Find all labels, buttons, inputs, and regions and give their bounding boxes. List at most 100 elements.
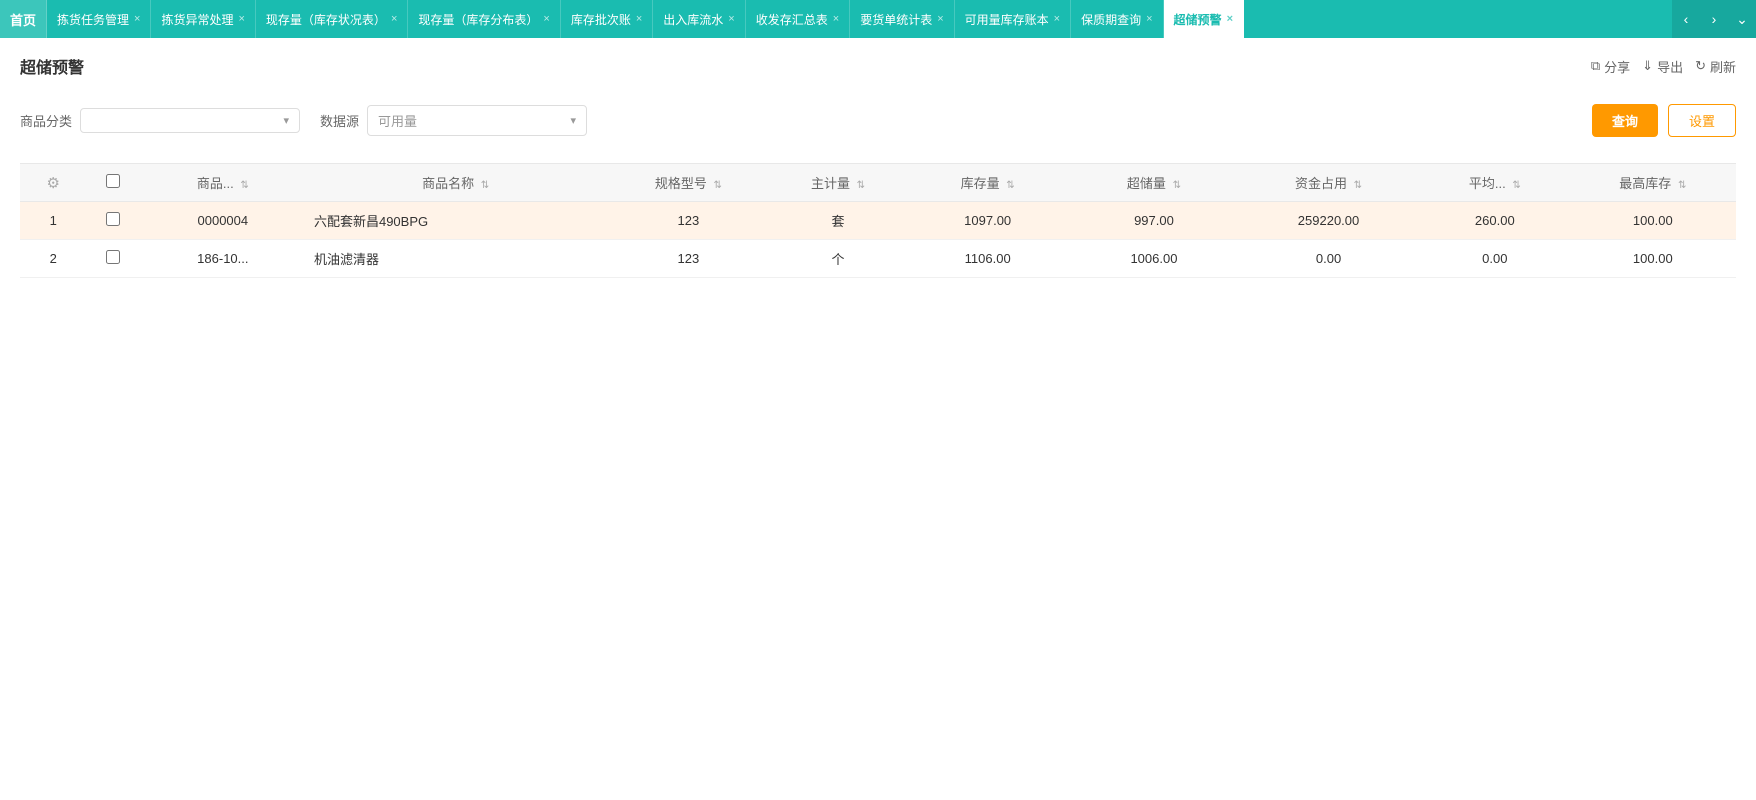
row-check[interactable] (87, 240, 140, 278)
row-avg: 0.00 (1420, 240, 1570, 278)
share-button[interactable]: ⧉ 分享 (1591, 57, 1630, 76)
close-icon[interactable]: × (833, 13, 839, 25)
row-code: 186-10... (140, 240, 306, 278)
col-money-header: 资金占用 ⇅ (1237, 164, 1420, 202)
sort-icon[interactable]: ⇅ (1173, 180, 1181, 191)
nav-tab-5[interactable]: 库存批次账 × (561, 0, 653, 38)
row-avg: 260.00 (1420, 202, 1570, 240)
data-table: ⚙ 商品... ⇅ 商品名称 ⇅ 规格型号 ⇅ 主计量 (20, 163, 1736, 278)
row-no: 2 (20, 240, 87, 278)
page-header: 超储预警 ⧉ 分享 ⇓ 导出 ↻ 刷新 (20, 54, 1736, 78)
nav-tab-8[interactable]: 要货单统计表 × (850, 0, 954, 38)
query-button[interactable]: 查询 (1592, 104, 1658, 137)
row-checkbox[interactable] (106, 212, 120, 226)
close-icon[interactable]: × (1054, 13, 1060, 25)
close-icon[interactable]: × (728, 13, 734, 25)
row-check[interactable] (87, 202, 140, 240)
nav-tab-1[interactable]: 拣货任务管理 × (47, 0, 151, 38)
nav-tab-6[interactable]: 出入库流水 × (653, 0, 745, 38)
sort-icon[interactable]: ⇅ (1512, 180, 1520, 191)
row-checkbox[interactable] (106, 250, 120, 264)
close-icon[interactable]: × (636, 13, 642, 25)
top-nav: 首页 拣货任务管理 × 拣货异常处理 × 现存量（库存状况表） × 现存量（库存… (0, 0, 1756, 38)
category-select[interactable]: ▾ (80, 108, 300, 133)
row-max: 100.00 (1570, 202, 1736, 240)
nav-tab-3[interactable]: 现存量（库存状况表） × (256, 0, 408, 38)
nav-tab-9[interactable]: 可用量库存账本 × (955, 0, 1071, 38)
datasource-select[interactable]: 可用量 ▾ (367, 105, 587, 136)
nav-home[interactable]: 首页 (0, 0, 47, 38)
nav-tab-11[interactable]: 超储预警 × (1164, 0, 1244, 38)
nav-prev-button[interactable]: ‹ (1672, 0, 1700, 38)
col-spec-header: 规格型号 ⇅ (605, 164, 771, 202)
datasource-value: 可用量 (378, 111, 417, 130)
close-icon[interactable]: × (937, 13, 943, 25)
sort-icon[interactable]: ⇅ (857, 180, 865, 191)
export-button[interactable]: ⇓ 导出 (1642, 57, 1683, 76)
col-over-header: 超储量 ⇅ (1071, 164, 1237, 202)
filter-buttons: 查询 设置 (1592, 104, 1736, 137)
table-header-row: ⚙ 商品... ⇅ 商品名称 ⇅ 规格型号 ⇅ 主计量 (20, 164, 1736, 202)
sort-icon[interactable]: ⇅ (240, 180, 248, 191)
sort-icon[interactable]: ⇅ (714, 180, 722, 191)
share-icon: ⧉ (1591, 58, 1600, 74)
row-stock: 1106.00 (905, 240, 1071, 278)
close-icon[interactable]: × (134, 13, 140, 25)
nav-tab-10[interactable]: 保质期查询 × (1071, 0, 1163, 38)
page-content: 超储预警 ⧉ 分享 ⇓ 导出 ↻ 刷新 商品分类 ▾ 数据源 (0, 38, 1756, 800)
gear-icon[interactable]: ⚙ (47, 175, 60, 192)
col-avg-header: 平均... ⇅ (1420, 164, 1570, 202)
set-button[interactable]: 设置 (1668, 104, 1736, 137)
nav-tab-7[interactable]: 收发存汇总表 × (746, 0, 850, 38)
col-check-header (87, 164, 140, 202)
table-row: 1 0000004 六配套新昌490BPG 123 套 1097.00 997.… (20, 202, 1736, 240)
refresh-icon: ↻ (1695, 58, 1706, 74)
export-icon: ⇓ (1642, 58, 1653, 74)
row-money: 259220.00 (1237, 202, 1420, 240)
row-name: 机油滤清器 (306, 240, 605, 278)
nav-menu-button[interactable]: ⌄ (1728, 0, 1756, 38)
close-icon[interactable]: × (543, 13, 549, 25)
row-unit: 个 (772, 240, 905, 278)
col-unit-header: 主计量 ⇅ (772, 164, 905, 202)
sort-icon[interactable]: ⇅ (481, 180, 489, 191)
row-stock: 1097.00 (905, 202, 1071, 240)
chevron-down-icon: ▾ (571, 114, 577, 127)
close-icon[interactable]: × (1146, 13, 1152, 25)
row-over: 997.00 (1071, 202, 1237, 240)
datasource-label: 数据源 (320, 111, 359, 130)
category-label: 商品分类 (20, 111, 72, 130)
row-over: 1006.00 (1071, 240, 1237, 278)
nav-next-button[interactable]: › (1700, 0, 1728, 38)
sort-icon[interactable]: ⇅ (1006, 180, 1014, 191)
select-all-checkbox[interactable] (106, 174, 120, 188)
sort-icon[interactable]: ⇅ (1354, 180, 1362, 191)
table-row: 2 186-10... 机油滤清器 123 个 1106.00 1006.00 … (20, 240, 1736, 278)
nav-tab-4[interactable]: 现存量（库存分布表） × (408, 0, 560, 38)
col-gear-header: ⚙ (20, 164, 87, 202)
row-unit: 套 (772, 202, 905, 240)
row-max: 100.00 (1570, 240, 1736, 278)
col-stock-header: 库存量 ⇅ (905, 164, 1071, 202)
filter-area: 商品分类 ▾ 数据源 可用量 ▾ 查询 设置 (20, 94, 1736, 147)
table-body: 1 0000004 六配套新昌490BPG 123 套 1097.00 997.… (20, 202, 1736, 278)
datasource-filter-group: 数据源 可用量 ▾ (320, 105, 587, 136)
page-title: 超储预警 (20, 54, 84, 78)
nav-tab-2[interactable]: 拣货异常处理 × (151, 0, 255, 38)
category-filter-group: 商品分类 ▾ (20, 108, 300, 133)
chevron-down-icon: ▾ (283, 114, 289, 127)
nav-arrows: ‹ › ⌄ (1672, 0, 1756, 38)
close-icon[interactable]: × (391, 13, 397, 25)
row-name: 六配套新昌490BPG (306, 202, 605, 240)
row-no: 1 (20, 202, 87, 240)
header-actions: ⧉ 分享 ⇓ 导出 ↻ 刷新 (1591, 57, 1736, 76)
refresh-button[interactable]: ↻ 刷新 (1695, 57, 1736, 76)
col-code-header: 商品... ⇅ (140, 164, 306, 202)
row-spec: 123 (605, 240, 771, 278)
col-name-header: 商品名称 ⇅ (306, 164, 605, 202)
close-icon[interactable]: × (238, 13, 244, 25)
row-code: 0000004 (140, 202, 306, 240)
close-icon[interactable]: × (1227, 13, 1233, 25)
row-money: 0.00 (1237, 240, 1420, 278)
sort-icon[interactable]: ⇅ (1678, 180, 1686, 191)
